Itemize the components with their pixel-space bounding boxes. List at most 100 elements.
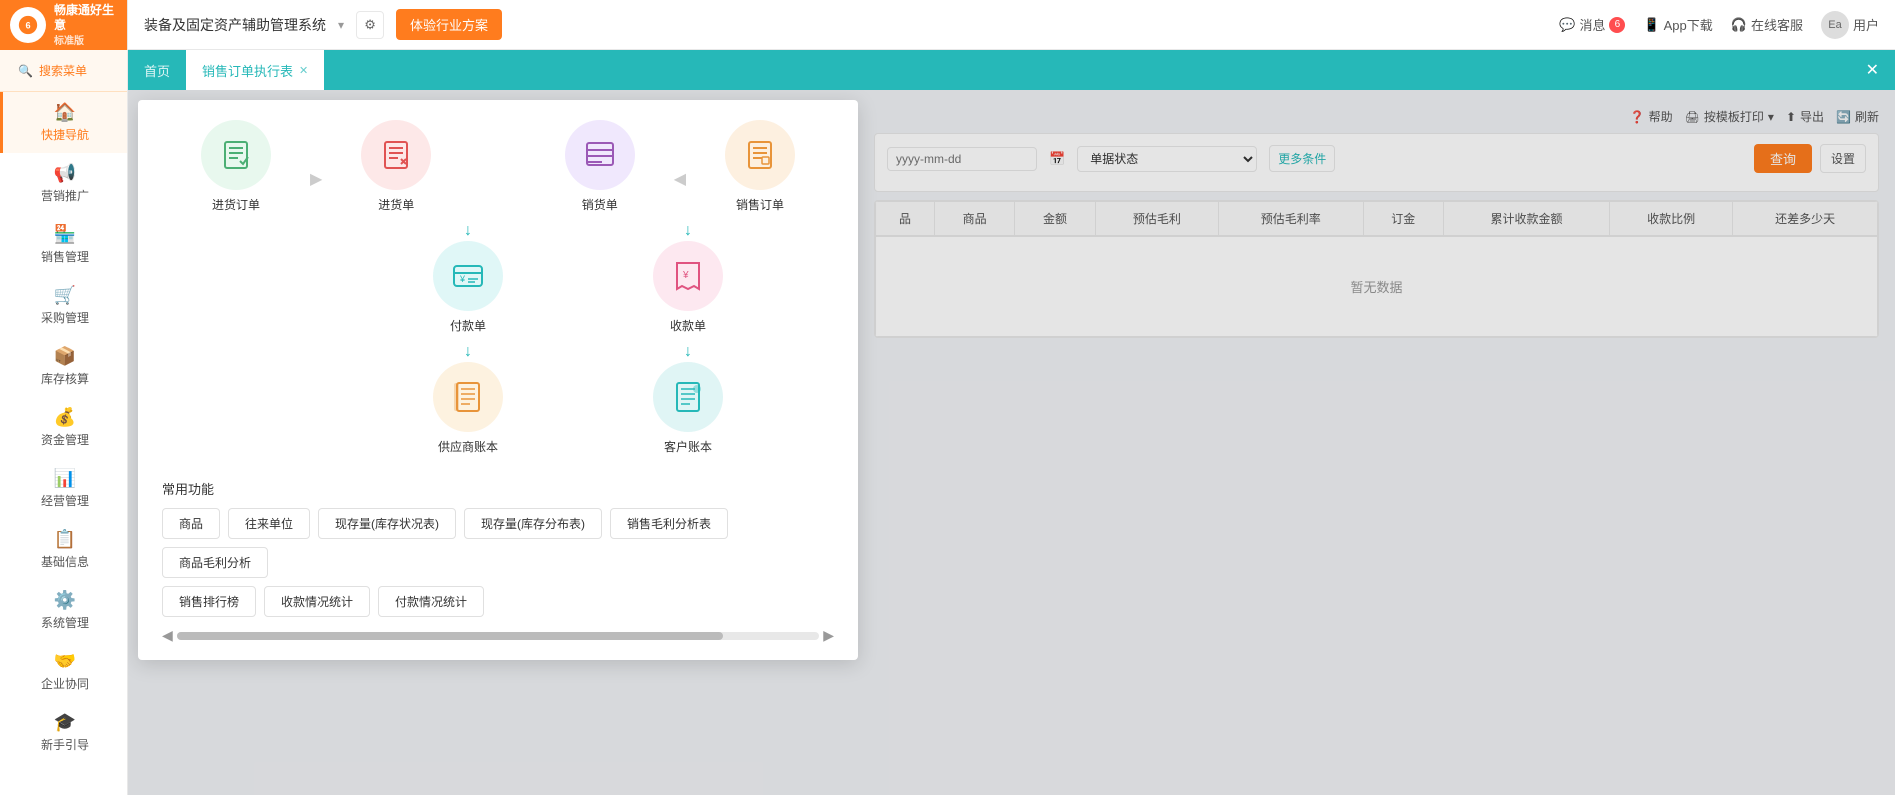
message-btn[interactable]: 💬 消息 6 (1559, 15, 1625, 34)
svg-text:¥: ¥ (459, 274, 466, 284)
gear-button[interactable]: ⚙ (356, 11, 384, 39)
flow-item-purchase-order[interactable]: 进货订单 (162, 120, 310, 213)
app-download-btn[interactable]: 📱 App下载 (1643, 15, 1712, 34)
flow-modal: 进货订单 ▶ (138, 100, 858, 660)
app-download-label: App下载 (1664, 15, 1713, 34)
sidebar-item-label: 库存核算 (41, 370, 89, 387)
search-icon: 🔍 (18, 64, 33, 78)
flow-item-sales-order[interactable]: 销售订单 (686, 120, 834, 213)
tab-close-all-btn[interactable]: ✕ (1850, 60, 1895, 80)
sidebar-item-label: 系统管理 (41, 614, 89, 631)
svg-text:¥: ¥ (682, 270, 689, 281)
sales-icon: 🏪 (54, 224, 76, 245)
sidebar-item-finance[interactable]: 💰 资金管理 (0, 397, 127, 458)
customer-ledger-circle (653, 362, 723, 432)
flow-item-sales-bill[interactable]: 销货单 (526, 120, 674, 213)
home-icon: 🏠 (54, 102, 76, 123)
func-btn-receipt-stats[interactable]: 收款情况统计 (264, 586, 370, 617)
purchase-bill-circle (361, 120, 431, 190)
func-btn-product[interactable]: 商品 (162, 508, 220, 539)
tab-sales-order[interactable]: 销售订单执行表 ✕ (186, 50, 324, 90)
arrow-po-pb: ▶ (310, 169, 322, 213)
basic-info-icon: 📋 (54, 529, 76, 550)
online-service-btn[interactable]: 🎧 在线客服 (1731, 15, 1803, 34)
scrollbar-track[interactable] (177, 632, 819, 640)
spacer-left (162, 221, 322, 241)
spacer-r4-left (162, 342, 322, 362)
sidebar-search[interactable]: 🔍 搜索菜单 (0, 50, 127, 92)
func-btn-payment-stats[interactable]: 付款情况统计 (378, 586, 484, 617)
func-btn-partner[interactable]: 往来单位 (228, 508, 310, 539)
main-area: 装备及固定资产辅助管理系统 ▾ ⚙ 体验行业方案 💬 消息 6 📱 App下载 … (128, 0, 1895, 795)
arrow-down-pb: ↓ (388, 221, 548, 241)
flow-item-supplier-ledger[interactable]: 供应商账本 (388, 362, 548, 455)
download-icon: 📱 (1643, 17, 1659, 33)
user-label: 用户 (1853, 15, 1879, 34)
system-title: 装备及固定资产辅助管理系统 (144, 15, 326, 35)
supplier-ledger-circle (433, 362, 503, 432)
flow-item-receipt-bill[interactable]: ¥ 收款单 (608, 241, 768, 334)
app-sub: 标准版 (54, 32, 117, 47)
scrollbar-thumb (177, 632, 723, 640)
search-menu-btn[interactable]: 🔍 搜索菜单 (10, 58, 117, 83)
svg-text:6: 6 (25, 21, 30, 31)
scroll-right-btn[interactable]: ▶ (823, 627, 834, 644)
app-name: 畅康通好生意 (54, 3, 117, 32)
common-functions: 常用功能 商品 往来单位 现存量(库存状况表) 现存量(库存分布表) 销售毛利分… (162, 479, 834, 617)
flow-item-purchase-bill[interactable]: 进货单 (322, 120, 470, 213)
enterprise-icon: 🤝 (54, 651, 76, 672)
spacer-mid (548, 221, 608, 241)
purchase-order-label: 进货订单 (212, 196, 260, 213)
func-btn-product-gross[interactable]: 商品毛利分析 (162, 547, 268, 578)
sales-order-circle (725, 120, 795, 190)
arrow-so-sb: ◀ (674, 169, 686, 213)
flow-item-payment-bill[interactable]: ¥ 付款单 (388, 241, 548, 334)
sidebar-item-enterprise[interactable]: 🤝 企业协同 (0, 641, 127, 702)
down-arrow-receipt: ↓ (608, 342, 768, 362)
finance-icon: 💰 (54, 407, 76, 428)
func-btn-stock-status[interactable]: 现存量(库存状况表) (318, 508, 456, 539)
purchase-bill-label: 进货单 (378, 196, 414, 213)
sidebar-item-system[interactable]: ⚙️ 系统管理 (0, 580, 127, 641)
sidebar-item-label: 新手引导 (41, 736, 89, 753)
avatar-text: Ea (1828, 19, 1841, 31)
system-dropdown-arrow[interactable]: ▾ (338, 18, 344, 32)
spacer1 (470, 189, 525, 213)
sidebar-item-inventory[interactable]: 📦 库存核算 (0, 336, 127, 397)
modal-overlay: 进货订单 ▶ (128, 90, 1895, 795)
down-arrow-payment: ↓ (388, 342, 548, 362)
sidebar-item-label: 企业协同 (41, 675, 89, 692)
sidebar-item-label: 销售管理 (41, 248, 89, 265)
sidebar-item-label: 采购管理 (41, 309, 89, 326)
receipt-bill-circle: ¥ (653, 241, 723, 311)
flow-diagram: 进货订单 ▶ (162, 120, 834, 463)
topbar-right: 💬 消息 6 📱 App下载 🎧 在线客服 Ea 用户 (1559, 11, 1879, 39)
tab-home[interactable]: 首页 (128, 50, 186, 90)
spacer-arrow (322, 221, 388, 241)
purchase-icon: 🛒 (54, 285, 76, 306)
message-icon: 💬 (1559, 17, 1575, 33)
newbie-icon: 🎓 (54, 712, 76, 733)
scroll-left-btn[interactable]: ◀ (162, 627, 173, 644)
func-btn-stock-dist[interactable]: 现存量(库存分布表) (464, 508, 602, 539)
sidebar-item-sales[interactable]: 🏪 销售管理 (0, 214, 127, 275)
modal-scrollbar: ◀ ▶ (162, 627, 834, 644)
sidebar-item-marketing[interactable]: 📢 营销推广 (0, 153, 127, 214)
tab-close-icon[interactable]: ✕ (299, 64, 308, 77)
func-btn-sales-rank[interactable]: 销售排行榜 (162, 586, 256, 617)
payment-bill-label: 付款单 (450, 317, 486, 334)
sidebar-item-quick-nav[interactable]: 🏠 快捷导航 (0, 92, 127, 153)
sidebar-item-newbie[interactable]: 🎓 新手引导 (0, 702, 127, 763)
sidebar-item-operation[interactable]: 📊 经营管理 (0, 458, 127, 519)
avatar: Ea (1821, 11, 1849, 39)
user-menu[interactable]: Ea 用户 (1821, 11, 1879, 39)
func-btn-sales-gross[interactable]: 销售毛利分析表 (610, 508, 728, 539)
sidebar-item-purchase[interactable]: 🛒 采购管理 (0, 275, 127, 336)
content-area: ❓ 帮助 🖨 按模板打印 ▾ ⬆ 导出 🔄 刷新 (128, 90, 1895, 795)
flow-item-customer-ledger[interactable]: 客户账本 (608, 362, 768, 455)
experience-btn[interactable]: 体验行业方案 (396, 9, 502, 40)
sidebar-item-basic-info[interactable]: 📋 基础信息 (0, 519, 127, 580)
online-service-label: 在线客服 (1751, 15, 1803, 34)
down-arrow-purchase: ↓ (388, 221, 548, 241)
topbar: 装备及固定资产辅助管理系统 ▾ ⚙ 体验行业方案 💬 消息 6 📱 App下载 … (128, 0, 1895, 50)
